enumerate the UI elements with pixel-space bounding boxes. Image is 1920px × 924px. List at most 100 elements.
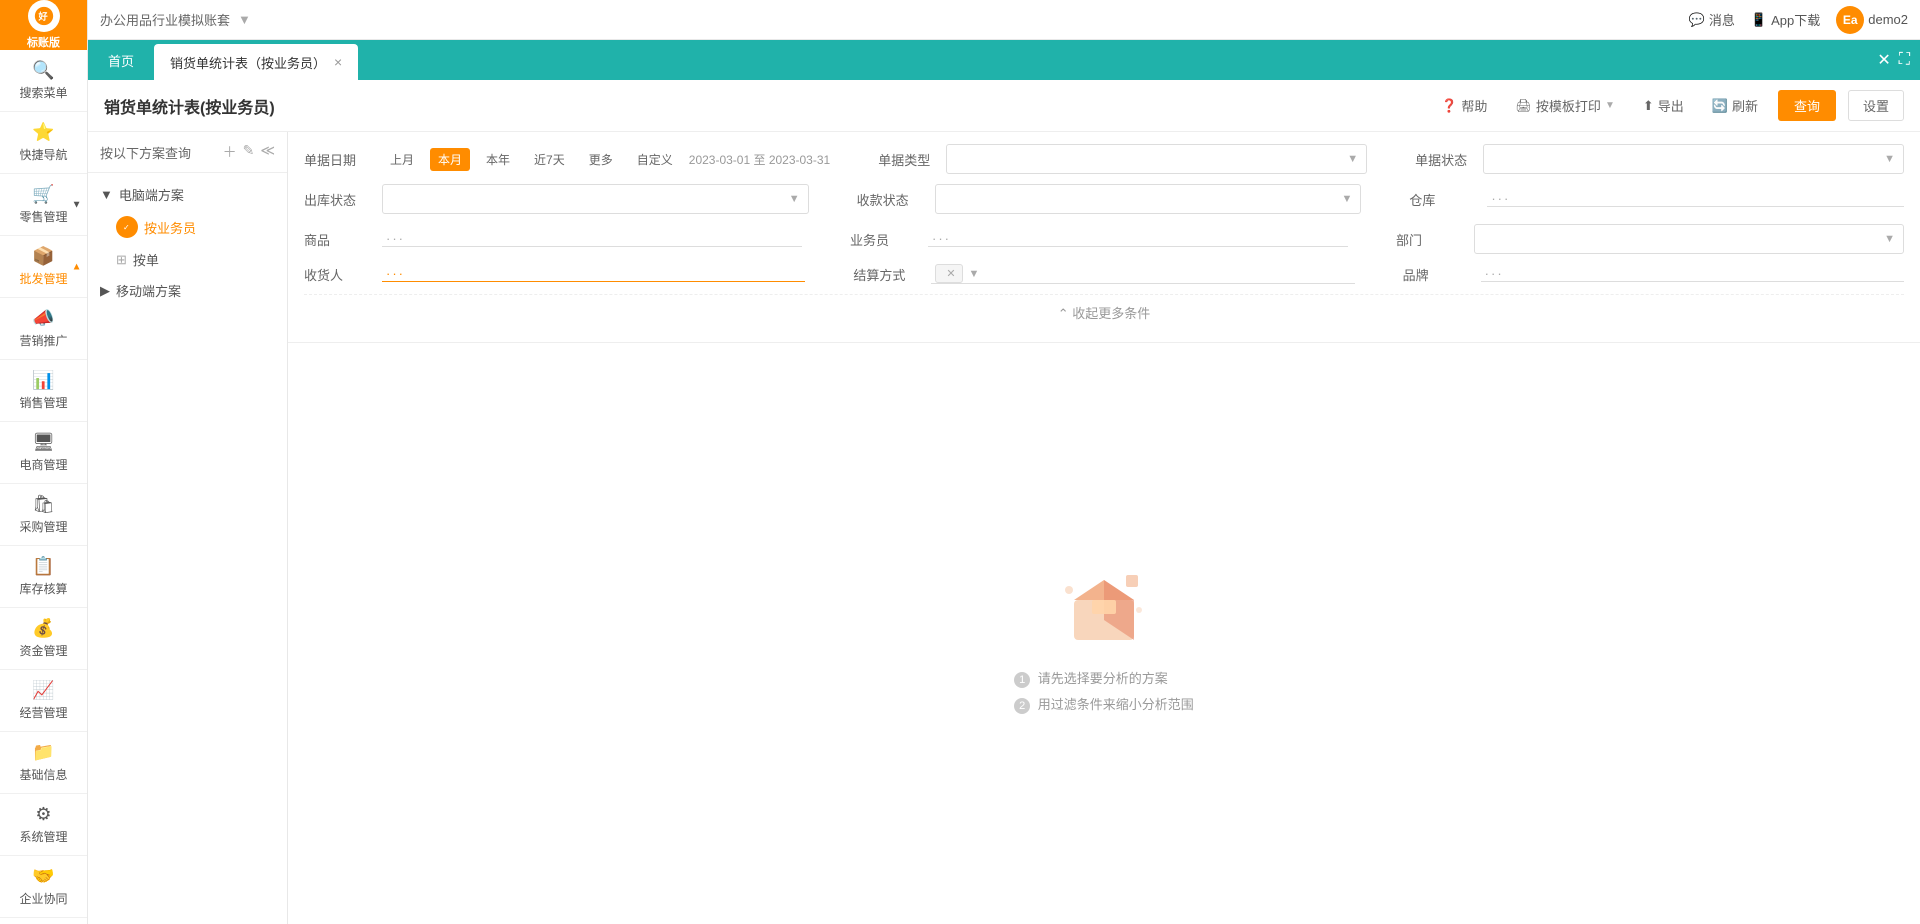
brand-input[interactable]: ···: [1481, 266, 1904, 282]
settlement-filter[interactable]: ✕ ▼: [931, 264, 1354, 284]
collab-icon: 🤝: [32, 866, 54, 887]
department-dropdown[interactable]: ▼: [1474, 224, 1904, 254]
top-bar: 办公用品行业模拟账套 ▼ 💬 消息 📱 App下载 Ea demo2: [88, 0, 1920, 40]
tab-close-icon[interactable]: ×: [334, 54, 342, 70]
date-tab-more[interactable]: 更多: [581, 148, 621, 171]
byorder-scheme-label: 按单: [133, 250, 159, 269]
tree-desktop-schemes[interactable]: ▼ 电脑端方案: [88, 179, 287, 210]
operations-icon: 📈: [32, 680, 54, 701]
tree-byorder-scheme[interactable]: ⊞ 按单: [88, 244, 287, 275]
sidebar-label-search: 搜索菜单: [19, 84, 67, 101]
print-icon: 🖨: [1515, 98, 1532, 114]
svg-text:✓: ✓: [123, 223, 130, 232]
body-layout: 按以下方案查询 ＋ ✎ ≪ ▼ 电脑端方案: [88, 132, 1920, 924]
purchase-icon: 🛍: [32, 494, 55, 515]
retail-icon: 🛒: [32, 184, 54, 205]
refresh-button[interactable]: 🔄 刷新: [1704, 92, 1766, 119]
chevron-down-icon: ▼: [72, 199, 82, 210]
sidebar: 好 标账版 🔍 搜索菜单 ⭐ 快捷导航 🛒 零售管理 ▼ 📦 批发管理 ▲ 📣 …: [0, 0, 88, 924]
order-type-arrow: ▼: [1347, 153, 1358, 165]
scheme-badge: ✓: [116, 216, 138, 238]
warehouse-label: 仓库: [1409, 190, 1479, 209]
order-type-label: 单据类型: [878, 150, 938, 169]
message-label: 消息: [1709, 10, 1735, 29]
sidebar-item-finance[interactable]: 💰 资金管理: [0, 608, 88, 670]
sidebar-label-quicknav: 快捷导航: [19, 146, 67, 163]
date-tab-lastmonth[interactable]: 上月: [382, 148, 422, 171]
date-range: 2023-03-01 至 2023-03-31: [689, 151, 830, 168]
receiver-label: 收货人: [304, 265, 374, 284]
tab-home[interactable]: 首页: [88, 40, 154, 80]
sidebar-label-purchase: 采购管理: [19, 518, 67, 535]
tab-active[interactable]: 销货单统计表（按业务员） ×: [154, 44, 358, 80]
collapse-panel-icon[interactable]: ≪: [260, 142, 275, 162]
message-button[interactable]: 💬 消息: [1689, 10, 1735, 29]
left-panel: 按以下方案查询 ＋ ✎ ≪ ▼ 电脑端方案: [88, 132, 288, 924]
sidebar-item-collab[interactable]: 🤝 企业协同: [0, 856, 88, 918]
wholesale-icon: 📦: [32, 246, 54, 267]
date-tab-7days[interactable]: 近7天: [526, 148, 573, 171]
collapse-filters-button[interactable]: ⌃ 收起更多条件: [304, 294, 1904, 330]
goods-input[interactable]: ···: [382, 231, 802, 247]
sidebar-item-system[interactable]: ⚙ 系统管理: [0, 794, 88, 856]
tree-mobile-schemes[interactable]: ▶ 移动端方案: [88, 275, 287, 306]
settings-button[interactable]: 设置: [1848, 90, 1904, 121]
sidebar-item-inventory[interactable]: 📋 库存核算: [0, 546, 88, 608]
close-window-icon[interactable]: ✕: [1877, 50, 1890, 70]
date-label: 单据日期: [304, 150, 374, 169]
print-button[interactable]: 🖨 按模板打印 ▼: [1507, 92, 1622, 119]
order-status-dropdown[interactable]: ▼: [1483, 144, 1904, 174]
sidebar-item-purchase[interactable]: 🛍 采购管理: [0, 484, 88, 546]
sidebar-item-guide[interactable]: 🎯 新手引导: [0, 918, 88, 924]
salesperson-input[interactable]: ···: [928, 231, 1348, 247]
warehouse-input[interactable]: ···: [1487, 191, 1904, 207]
sales-icon: 📊: [32, 370, 54, 391]
tree-salesperson-scheme[interactable]: ✓ 按业务员: [88, 210, 287, 244]
sidebar-item-search[interactable]: 🔍 搜索菜单: [0, 50, 88, 112]
right-panel: 单据日期 上月 本月 本年 近7天: [288, 132, 1920, 924]
date-tab-custom[interactable]: 自定义: [629, 148, 681, 171]
stock-label: 出库状态: [304, 190, 374, 209]
empty-hint2: 2 用过滤条件来缩小分析范围: [1014, 692, 1194, 718]
tree-desktop-label: 电脑端方案: [119, 185, 184, 204]
sidebar-item-marketing[interactable]: 📣 营销推广: [0, 298, 88, 360]
help-icon: ❓: [1441, 98, 1457, 114]
add-scheme-icon[interactable]: ＋: [223, 142, 237, 162]
export-button[interactable]: ⬆ 导出: [1635, 92, 1692, 119]
sidebar-item-operations[interactable]: 📈 经营管理: [0, 670, 88, 732]
stock-status-dropdown[interactable]: ▼: [382, 184, 809, 214]
sidebar-item-basic[interactable]: 📁 基础信息: [0, 732, 88, 794]
receiver-input[interactable]: ···: [382, 266, 805, 282]
sidebar-item-wholesale[interactable]: 📦 批发管理 ▲: [0, 236, 88, 298]
content-area: 销货单统计表(按业务员) ❓ 帮助 🖨 按模板打印 ▼ ⬆ 导出 🔄 刷新: [88, 80, 1920, 924]
settlement-tag-close[interactable]: ✕: [946, 267, 955, 280]
sidebar-item-quicknav[interactable]: ⭐ 快捷导航: [0, 112, 88, 174]
maximize-window-icon[interactable]: ⛶: [1899, 51, 1910, 69]
top-bar-actions: 💬 消息 📱 App下载 Ea demo2: [1689, 6, 1908, 34]
help-button[interactable]: ❓ 帮助: [1433, 92, 1495, 119]
warehouse-dots: ···: [1491, 191, 1510, 206]
sidebar-item-retail[interactable]: 🛒 零售管理 ▼: [0, 174, 88, 236]
workspace-dropdown-icon[interactable]: ▼: [238, 12, 251, 27]
gear-icon: ⚙: [35, 804, 51, 825]
settlement-label: 结算方式: [853, 265, 923, 284]
query-button[interactable]: 查询: [1778, 90, 1836, 121]
app-download-button[interactable]: 📱 App下载: [1751, 10, 1820, 29]
sidebar-item-sales[interactable]: 📊 销售管理: [0, 360, 88, 422]
edit-scheme-icon[interactable]: ✎: [243, 142, 255, 162]
sidebar-item-ecommerce[interactable]: 🖥 电商管理: [0, 422, 88, 484]
order-status-arrow: ▼: [1884, 153, 1895, 165]
date-tab-thismonth[interactable]: 本月: [430, 148, 470, 171]
order-type-dropdown[interactable]: ▼: [946, 144, 1367, 174]
stock-arrow: ▼: [789, 193, 800, 205]
app-download-label: App下载: [1771, 10, 1820, 29]
empty-state: 1 请先选择要分析的方案 2 用过滤条件来缩小分析范围: [288, 343, 1920, 924]
app-subtitle: 标账版: [27, 34, 60, 50]
refresh-icon: 🔄: [1712, 98, 1728, 114]
date-tab-thisyear[interactable]: 本年: [478, 148, 518, 171]
search-icon: 🔍: [32, 60, 54, 81]
receiver-dots: ···: [386, 266, 405, 281]
user-profile[interactable]: Ea demo2: [1836, 6, 1908, 34]
app-logo: 好 标账版: [0, 0, 88, 50]
payment-status-dropdown[interactable]: ▼: [935, 184, 1362, 214]
